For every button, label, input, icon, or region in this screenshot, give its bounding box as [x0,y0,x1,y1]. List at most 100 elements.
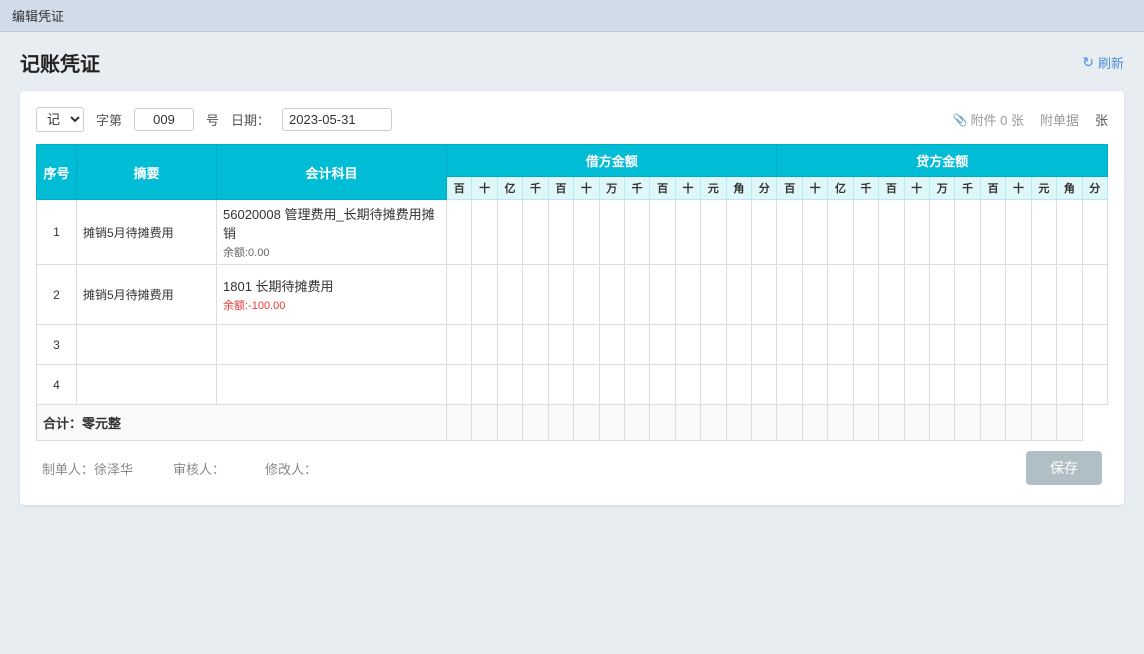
debit-digit-3-7[interactable] [624,365,649,405]
credit-digit-0-11[interactable] [1057,200,1082,265]
debit-digit-0-1[interactable] [472,200,497,265]
credit-digit-1-9[interactable] [1006,265,1031,325]
debit-digit-0-8[interactable] [650,200,675,265]
debit-digit-3-12[interactable] [752,365,777,405]
credit-digit-2-8[interactable] [980,325,1005,365]
row-account-3[interactable] [217,365,447,405]
credit-digit-0-7[interactable] [955,200,980,265]
debit-digit-3-2[interactable] [497,365,522,405]
credit-digit-1-7[interactable] [955,265,980,325]
credit-digit-1-10[interactable] [1031,265,1056,325]
credit-digit-3-11[interactable] [1057,365,1082,405]
row-summary-2[interactable] [77,325,217,365]
debit-digit-0-7[interactable] [624,200,649,265]
credit-digit-2-3[interactable] [853,325,878,365]
debit-digit-0-3[interactable] [523,200,548,265]
debit-digit-3-5[interactable] [574,365,599,405]
credit-digit-0-6[interactable] [930,200,955,265]
row-account-2[interactable] [217,325,447,365]
debit-digit-3-8[interactable] [650,365,675,405]
credit-digit-1-6[interactable] [930,265,955,325]
debit-digit-1-12[interactable] [752,265,777,325]
debit-digit-2-7[interactable] [624,325,649,365]
credit-digit-0-12[interactable] [1082,200,1107,265]
debit-digit-1-10[interactable] [701,265,726,325]
credit-digit-1-1[interactable] [802,265,827,325]
credit-digit-1-3[interactable] [853,265,878,325]
row-summary-0[interactable]: 摊销5月待摊费用 [77,200,217,265]
credit-digit-0-1[interactable] [802,200,827,265]
date-input[interactable] [282,108,392,131]
debit-digit-3-3[interactable] [523,365,548,405]
debit-digit-1-11[interactable] [726,265,751,325]
credit-digit-0-10[interactable] [1031,200,1056,265]
credit-digit-2-9[interactable] [1006,325,1031,365]
debit-digit-2-9[interactable] [675,325,700,365]
debit-digit-2-10[interactable] [701,325,726,365]
debit-digit-2-12[interactable] [752,325,777,365]
attachment-link[interactable]: 📎 附件 0 张 [953,110,1024,129]
debit-digit-2-1[interactable] [472,325,497,365]
table-row[interactable]: 4 [37,365,1108,405]
save-button[interactable]: 保存 [1026,451,1102,485]
row-account-1[interactable]: 1801 长期待摊费用余额:-100.00 [217,265,447,325]
credit-digit-2-11[interactable] [1057,325,1082,365]
credit-digit-0-8[interactable] [980,200,1005,265]
debit-digit-3-1[interactable] [472,365,497,405]
debit-digit-2-6[interactable] [599,325,624,365]
type-select[interactable]: 记 [36,107,84,132]
credit-digit-3-3[interactable] [853,365,878,405]
debit-digit-0-6[interactable] [599,200,624,265]
row-summary-3[interactable] [77,365,217,405]
debit-digit-0-9[interactable] [675,200,700,265]
credit-digit-3-0[interactable] [777,365,802,405]
debit-digit-1-8[interactable] [650,265,675,325]
debit-digit-0-10[interactable] [701,200,726,265]
table-row[interactable]: 1摊销5月待摊费用56020008 管理费用_长期待摊费用摊销余额:0.00 [37,200,1108,265]
credit-digit-3-4[interactable] [879,365,904,405]
credit-digit-3-5[interactable] [904,365,929,405]
row-summary-1[interactable]: 摊销5月待摊费用 [77,265,217,325]
debit-digit-3-4[interactable] [548,365,573,405]
credit-digit-2-5[interactable] [904,325,929,365]
credit-digit-2-10[interactable] [1031,325,1056,365]
credit-digit-3-1[interactable] [802,365,827,405]
debit-digit-2-8[interactable] [650,325,675,365]
debit-digit-1-0[interactable] [447,265,472,325]
debit-digit-3-10[interactable] [701,365,726,405]
debit-digit-1-3[interactable] [523,265,548,325]
credit-digit-3-10[interactable] [1031,365,1056,405]
credit-digit-0-3[interactable] [853,200,878,265]
credit-digit-1-8[interactable] [980,265,1005,325]
credit-digit-0-5[interactable] [904,200,929,265]
debit-digit-3-9[interactable] [675,365,700,405]
debit-digit-0-5[interactable] [574,200,599,265]
debit-digit-2-5[interactable] [574,325,599,365]
credit-digit-2-4[interactable] [879,325,904,365]
debit-digit-0-12[interactable] [752,200,777,265]
debit-digit-3-11[interactable] [726,365,751,405]
table-row[interactable]: 2摊销5月待摊费用1801 长期待摊费用余额:-100.00 [37,265,1108,325]
credit-digit-1-0[interactable] [777,265,802,325]
credit-digit-3-9[interactable] [1006,365,1031,405]
credit-digit-3-8[interactable] [980,365,1005,405]
credit-digit-3-6[interactable] [930,365,955,405]
credit-digit-1-11[interactable] [1057,265,1082,325]
debit-digit-3-0[interactable] [447,365,472,405]
debit-digit-1-4[interactable] [548,265,573,325]
table-row[interactable]: 3 [37,325,1108,365]
credit-digit-2-2[interactable] [828,325,853,365]
credit-digit-1-4[interactable] [879,265,904,325]
debit-digit-2-4[interactable] [548,325,573,365]
credit-digit-1-5[interactable] [904,265,929,325]
debit-digit-2-11[interactable] [726,325,751,365]
debit-digit-2-2[interactable] [497,325,522,365]
credit-digit-0-4[interactable] [879,200,904,265]
credit-digit-3-12[interactable] [1082,365,1107,405]
voucher-number-input[interactable] [134,108,194,131]
debit-digit-1-6[interactable] [599,265,624,325]
debit-digit-0-2[interactable] [497,200,522,265]
refresh-button[interactable]: ↻ 刷新 [1082,53,1124,72]
credit-digit-2-0[interactable] [777,325,802,365]
debit-digit-1-7[interactable] [624,265,649,325]
